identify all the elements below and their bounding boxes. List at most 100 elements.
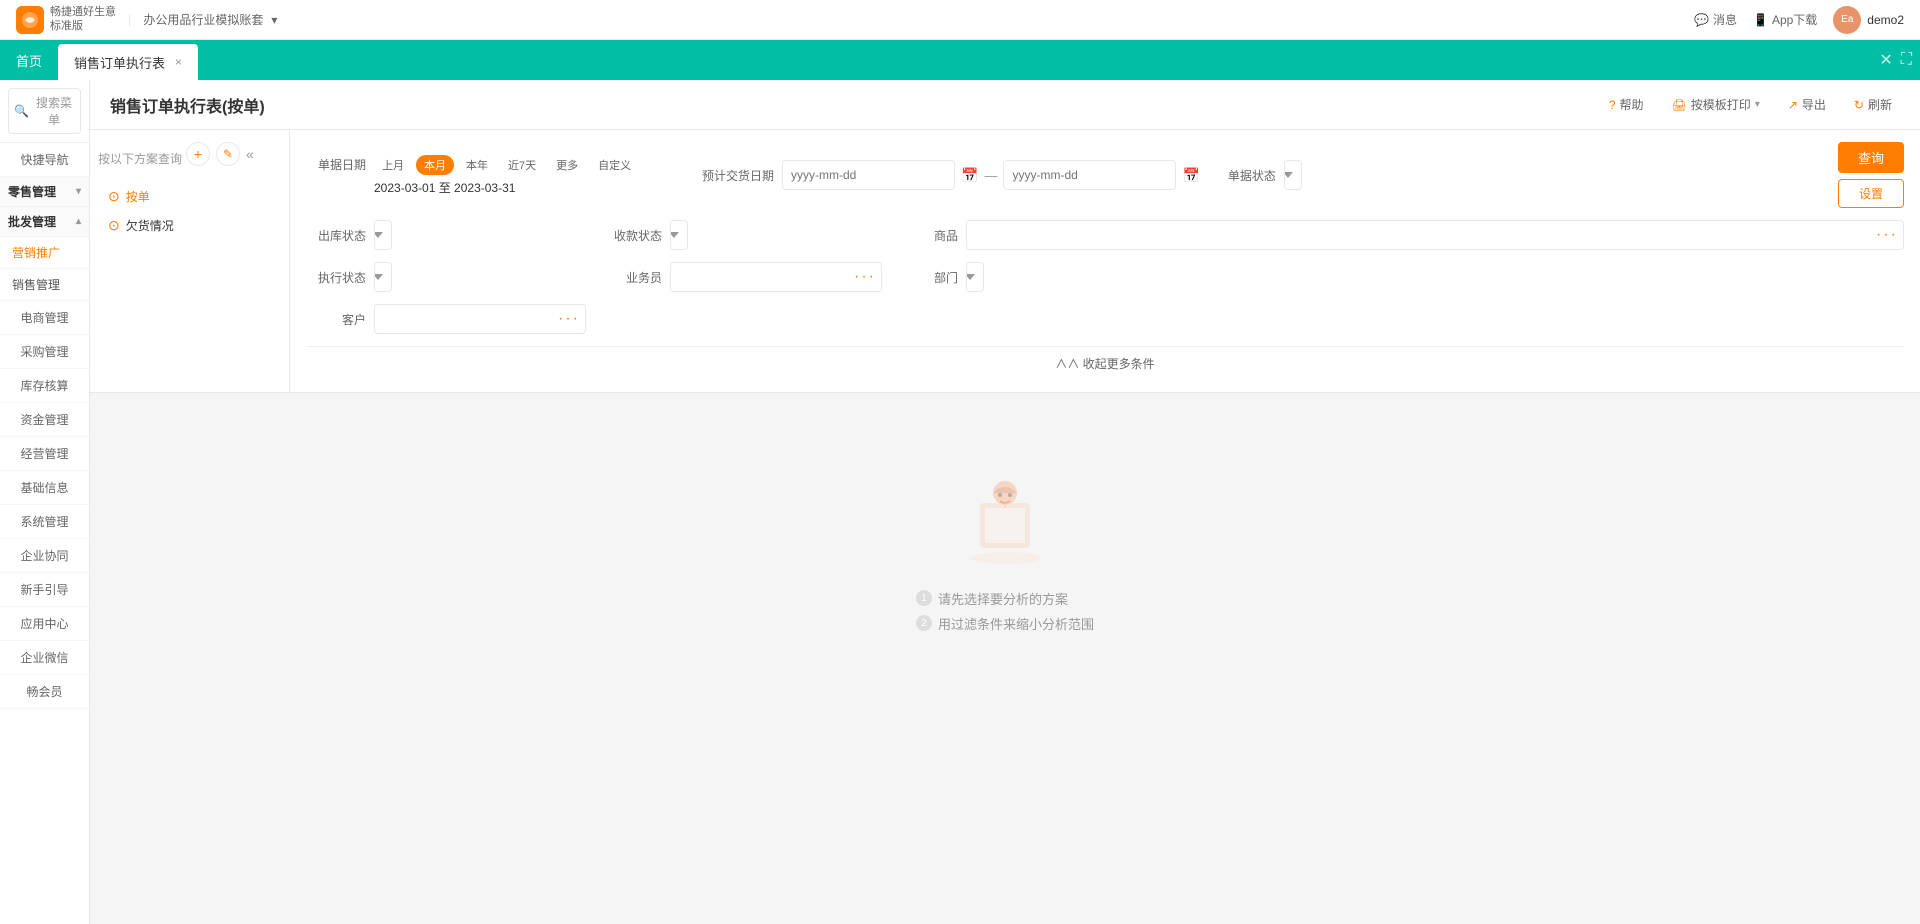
sidebar-item-wholesale[interactable]: 批发管理 ▴	[0, 207, 89, 237]
sidebar-item-base[interactable]: 基础信息	[0, 471, 89, 505]
calendar-end-icon[interactable]: 📅	[1182, 167, 1199, 184]
customer-input[interactable]	[374, 304, 586, 334]
salesperson-more-icon[interactable]: ···	[854, 268, 876, 286]
sidebar-item-retail[interactable]: 零售管理 ▾	[0, 177, 89, 207]
sidebar-item-purchase[interactable]: 采购管理	[0, 335, 89, 369]
sidebar-item-quick-nav[interactable]: 快捷导航	[0, 143, 89, 177]
query-actions: 查询 设置	[1838, 142, 1904, 208]
product-more-icon[interactable]: ···	[1876, 226, 1898, 244]
status-label: 单据状态	[1216, 167, 1276, 184]
plan-item-by-debt[interactable]: ⊙ 欠货情况	[98, 211, 281, 240]
tab-sales-order[interactable]: 销售订单执行表 ×	[58, 44, 198, 80]
sidebar-item-cooperation[interactable]: 企业协同	[0, 539, 89, 573]
exec-status-label: 执行状态	[306, 269, 366, 286]
customer-more-icon[interactable]: ···	[558, 310, 580, 328]
quick-date-last-month[interactable]: 上月	[374, 155, 412, 175]
add-plan-btn[interactable]: +	[186, 142, 210, 166]
page-header: 销售订单执行表(按单) ? 帮助 🖨 按模板打印 ▾ ↗ 导出 ↻ 刷新	[90, 80, 1920, 130]
receive-status-wrapper	[670, 220, 882, 250]
salesperson-input[interactable]	[670, 262, 882, 292]
receive-status-label: 收款状态	[602, 227, 662, 244]
dept-wrapper	[966, 262, 1904, 292]
app-download-btn[interactable]: 📱 App下载	[1753, 11, 1817, 28]
edit-plan-btn[interactable]: ✎	[216, 142, 240, 166]
avatar: Ea	[1833, 6, 1861, 34]
sidebar-item-marketing[interactable]: 营销推广	[0, 237, 89, 269]
logo-icon	[16, 6, 44, 34]
out-status-wrapper	[374, 220, 586, 250]
quick-date-current-year[interactable]: 本年	[458, 155, 496, 175]
empty-tip-1: 1 请先选择要分析的方案	[916, 589, 1094, 608]
tab-bar-actions: ✕ ⛶	[1879, 50, 1920, 70]
user-area[interactable]: Ea demo2	[1833, 6, 1904, 34]
retail-arrow-icon: ▾	[76, 186, 81, 197]
quick-date-7days[interactable]: 近7天	[500, 155, 544, 175]
tab-bar: 首页 销售订单执行表 × ✕ ⛶	[0, 40, 1920, 80]
expected-date-group: 📅 — 📅	[782, 160, 1200, 190]
export-btn[interactable]: ↗ 导出	[1780, 92, 1834, 117]
help-btn[interactable]: ? 帮助	[1601, 92, 1652, 117]
sidebar-item-operation[interactable]: 经营管理	[0, 437, 89, 471]
status-select[interactable]	[1284, 160, 1302, 190]
filter-exec-status-item: 执行状态	[306, 262, 586, 292]
product-input-wrapper: ···	[966, 220, 1904, 250]
print-btn[interactable]: 🖨 按模板打印 ▾	[1664, 92, 1768, 117]
empty-tips: 1 请先选择要分析的方案 2 用过滤条件来缩小分析范围	[916, 589, 1094, 639]
filter-date-item: 单据日期 上月 本月 本年 近7天 更多 自定义	[306, 155, 686, 196]
quick-date-custom[interactable]: 自定义	[590, 155, 639, 175]
filter-panel: 按以下方案查询 + ✎ « ⊙ 按单 ⊙ 欠货情况	[90, 130, 1920, 393]
sidebar-item-guide[interactable]: 新手引导	[0, 573, 89, 607]
query-btn[interactable]: 查询	[1838, 142, 1904, 173]
receive-status-select[interactable]	[670, 220, 688, 250]
sidebar-item-apps[interactable]: 应用中心	[0, 607, 89, 641]
quick-date-current-month[interactable]: 本月	[416, 155, 454, 175]
expected-date-end[interactable]	[1003, 160, 1176, 190]
sidebar-item-inventory[interactable]: 库存核算	[0, 369, 89, 403]
collapse-filter-btn[interactable]: ∧∧ 收起更多条件	[306, 346, 1904, 380]
product-input[interactable]	[966, 220, 1904, 250]
top-bar-left: 畅捷通好生意 标准版 | 办公用品行业模拟账套 ▾	[16, 6, 277, 34]
calendar-start-icon[interactable]: 📅	[961, 167, 978, 184]
collapse-up-icon: ∧∧	[1055, 357, 1079, 371]
exec-status-wrapper	[374, 262, 586, 292]
search-menu-btn[interactable]: 🔍 搜索菜单	[8, 88, 81, 134]
exec-status-select[interactable]	[374, 262, 392, 292]
quick-date-group: 上月 本月 本年 近7天 更多 自定义	[374, 155, 639, 175]
export-icon: ↗	[1788, 98, 1798, 112]
tab-home[interactable]: 首页	[0, 40, 58, 80]
date-label: 单据日期	[306, 156, 366, 173]
sidebar-item-sales[interactable]: 销售管理	[0, 269, 89, 301]
content-area: 销售订单执行表(按单) ? 帮助 🖨 按模板打印 ▾ ↗ 导出 ↻ 刷新	[90, 80, 1920, 924]
settings-btn[interactable]: 设置	[1838, 179, 1904, 208]
sidebar-item-finance[interactable]: 资金管理	[0, 403, 89, 437]
logo-area: 畅捷通好生意 标准版	[16, 6, 116, 34]
main-layout: 🔍 搜索菜单 快捷导航 零售管理 ▾ 批发管理 ▴ 营销推广 销售管理 电商管理…	[0, 80, 1920, 924]
plan-item-by-order[interactable]: ⊙ 按单	[98, 182, 281, 211]
plan-order-icon: ⊙	[108, 188, 120, 205]
product-label: 商品	[898, 227, 958, 244]
filter-row-1: 单据日期 上月 本月 本年 近7天 更多 自定义	[306, 142, 1904, 208]
quick-date-more[interactable]: 更多	[548, 155, 586, 175]
customer-label: 客户	[306, 311, 366, 328]
sidebar-item-ecommerce[interactable]: 电商管理	[0, 301, 89, 335]
filter-plan-title: 按以下方案查询 + ✎ «	[98, 142, 281, 174]
sidebar-item-member[interactable]: 畅会员	[0, 675, 89, 709]
user-name: demo2	[1867, 13, 1904, 27]
expected-date-start[interactable]	[782, 160, 955, 190]
refresh-btn[interactable]: ↻ 刷新	[1846, 92, 1900, 117]
print-icon: 🖨	[1672, 98, 1687, 112]
tab-expand-btn[interactable]: ⛶	[1901, 51, 1912, 69]
out-status-select[interactable]	[374, 220, 392, 250]
tab-close-window-btn[interactable]: ✕	[1879, 50, 1892, 70]
dept-select[interactable]	[966, 262, 984, 292]
sidebar-item-system[interactable]: 系统管理	[0, 505, 89, 539]
refresh-icon: ↻	[1854, 98, 1864, 112]
nav-dropdown-icon[interactable]: ▾	[271, 13, 277, 27]
sidebar-item-wechat[interactable]: 企业微信	[0, 641, 89, 675]
empty-illustration	[955, 473, 1055, 573]
tab-close-icon[interactable]: ×	[175, 55, 182, 69]
message-btn[interactable]: 💬 消息	[1694, 11, 1737, 28]
filter-row-3: 执行状态 业务员 ···	[306, 262, 1904, 292]
collapse-sidebar-btn[interactable]: «	[246, 146, 254, 162]
filter-dept-item: 部门	[898, 262, 1904, 292]
